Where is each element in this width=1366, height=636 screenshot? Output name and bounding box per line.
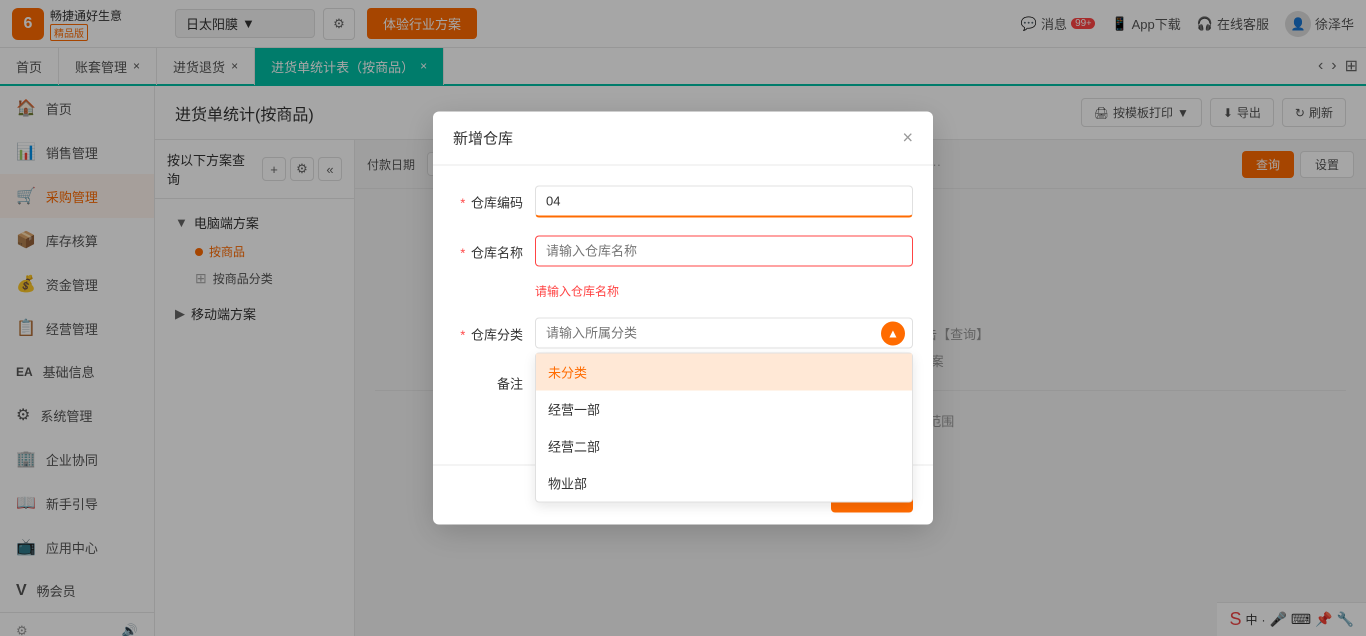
form-row-category: * 仓库分类 ▲ 未分类 经营一部 经营二部 物业部 [453,318,913,349]
category-input-wrap: ▲ 未分类 经营一部 经营二部 物业部 [535,318,913,349]
dialog-title: 新增仓库 [453,128,513,149]
new-warehouse-dialog: 新增仓库 × * 仓库编码 * 仓库名称 请输入仓库名称 [433,112,933,525]
name-label: * 仓库名称 [453,236,523,262]
dialog-close-button[interactable]: × [902,128,913,149]
dropdown-item-dept3[interactable]: 物业部 [536,465,912,502]
warehouse-name-input[interactable] [535,236,913,267]
category-dropdown: 未分类 经营一部 经营二部 物业部 [535,353,913,503]
form-row-code: * 仓库编码 [453,186,913,218]
name-error-message: 请输入仓库名称 [535,285,619,299]
dropdown-item-uncategorized[interactable]: 未分类 [536,354,912,391]
category-label: * 仓库分类 [453,318,523,344]
warehouse-code-input[interactable] [535,186,913,218]
form-row-name: * 仓库名称 请输入仓库名称 [453,236,913,300]
dialog-header: 新增仓库 × [433,112,933,166]
dropdown-item-dept2[interactable]: 经营二部 [536,428,912,465]
category-input[interactable] [535,318,913,349]
notes-label: 备注 [453,367,523,393]
category-toggle-button[interactable]: ▲ [881,321,905,345]
code-label: * 仓库编码 [453,186,523,212]
dialog-body: * 仓库编码 * 仓库名称 请输入仓库名称 * 仓库分类 [433,166,933,465]
dropdown-item-dept1[interactable]: 经营一部 [536,391,912,428]
